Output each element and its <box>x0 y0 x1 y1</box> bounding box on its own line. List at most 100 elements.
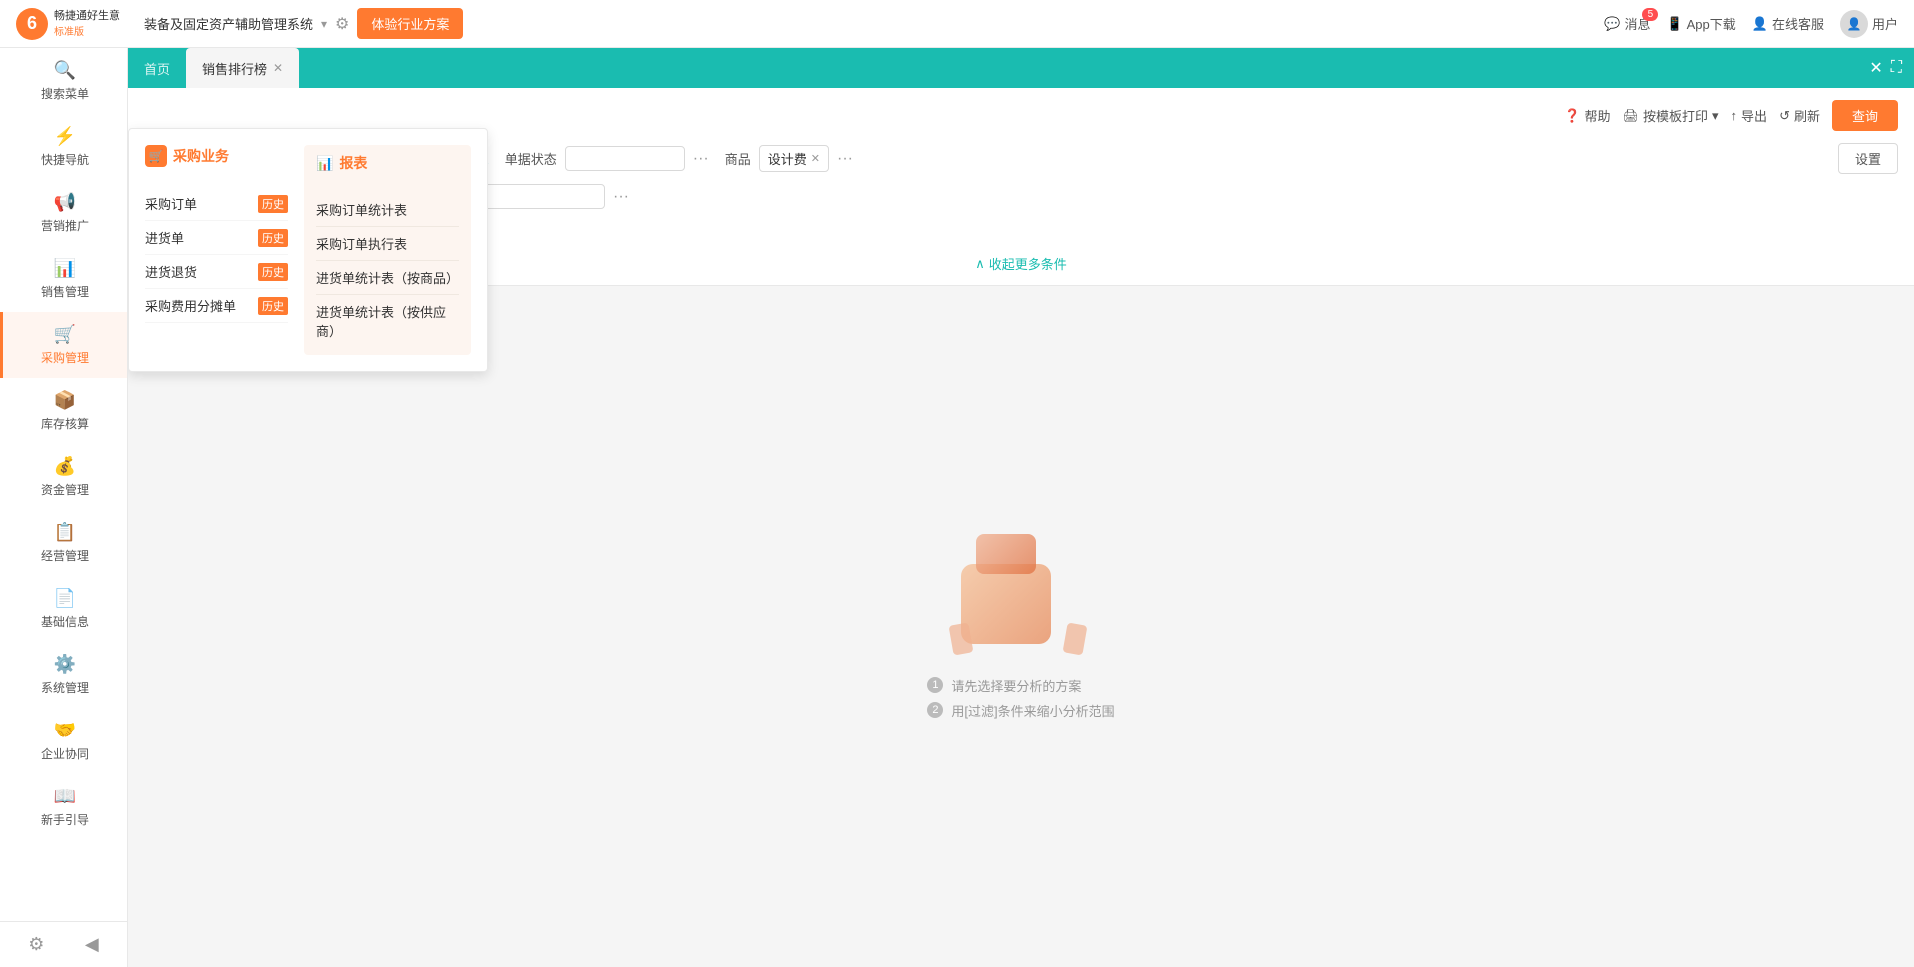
step-num-1: 1 <box>927 677 943 693</box>
sidebar-label-operations: 经营管理 <box>41 547 89 564</box>
refresh-btn[interactable]: ↺ 刷新 <box>1779 106 1820 125</box>
sidebar-item-operations[interactable]: 📋 经营管理 <box>0 510 127 576</box>
sidebar-item-inventory[interactable]: 📦 库存核算 <box>0 378 127 444</box>
history-tag-0: 历史 <box>258 195 288 213</box>
sidebar-item-enterprise[interactable]: 🤝 企业协同 <box>0 708 127 774</box>
user-btn[interactable]: 👤 用户 <box>1840 10 1898 38</box>
print-icon: 🖨 <box>1622 108 1639 124</box>
purchase-report-title: 📊 报表 <box>316 153 459 181</box>
tab-home-label: 首页 <box>144 59 170 78</box>
dropdown-report-stock-by-supplier[interactable]: 进货单统计表（按供应商） <box>316 295 459 347</box>
system-title-area: 装备及固定资产辅助管理系统 ▾ ⚙ 体验行业方案 <box>144 8 1604 39</box>
help-icon: ❓ <box>1564 108 1580 124</box>
step-2-text: 用[过滤]条件来缩小分析范围 <box>951 701 1114 720</box>
empty-step-1: 1 请先选择要分析的方案 <box>927 676 1114 695</box>
help-btn[interactable]: ❓ 帮助 <box>1564 106 1610 125</box>
content-area: 首页 销售排行榜 ✕ ✕ ⛶ 🛒 采购业务 <box>128 48 1914 967</box>
user-label: 用户 <box>1872 14 1898 33</box>
doc-status-select[interactable] <box>565 146 685 171</box>
sidebar-item-search[interactable]: 🔍 搜索菜单 <box>0 48 127 114</box>
settings-btn[interactable]: 设置 <box>1838 143 1898 174</box>
goods-dots[interactable]: ··· <box>837 150 853 168</box>
dropdown-report-stock-by-goods[interactable]: 进货单统计表（按商品） <box>316 261 459 295</box>
sidebar-item-marketing[interactable]: 📢 营销推广 <box>0 180 127 246</box>
doc-status-dots[interactable]: ··· <box>693 150 709 168</box>
sidebar-label-system: 系统管理 <box>41 679 89 696</box>
dropdown-item-expense-split[interactable]: 采购费用分摊单 历史 <box>145 289 288 323</box>
phone-icon: 📱 <box>1666 16 1682 32</box>
sidebar-label-marketing: 营销推广 <box>41 217 89 234</box>
search-icon: 🔍 <box>54 60 76 81</box>
purchase-business-col: 🛒 采购业务 采购订单 历史 进货单 历史 进货退货 历史 <box>145 145 288 355</box>
industry-btn[interactable]: 体验行业方案 <box>357 8 463 39</box>
sidebar-item-finance[interactable]: 💰 资金管理 <box>0 444 127 510</box>
system-icon: ⚙️ <box>54 654 76 675</box>
sidebar-bottom: ⚙ ◀ <box>0 921 127 967</box>
logo-text: 畅捷通好生意 <box>54 9 120 23</box>
collapse-label: 收起更多条件 <box>989 254 1067 273</box>
sidebar-label-search: 搜索菜单 <box>41 85 89 102</box>
export-icon: ↑ <box>1731 108 1738 123</box>
tab-expand-btn[interactable]: ✕ ⛶ <box>1857 58 1914 78</box>
sidebar-item-purchase[interactable]: 🛒 采购管理 <box>0 312 127 378</box>
quick-icon: ⚡ <box>54 126 76 147</box>
step-1-text: 请先选择要分析的方案 <box>951 676 1081 695</box>
doc-status-label: 单据状态 <box>505 149 557 168</box>
action-btns-right: 设置 <box>1838 143 1898 174</box>
avatar: 👤 <box>1840 10 1868 38</box>
sidebar-label-enterprise: 企业协同 <box>41 745 89 762</box>
close-window-icon[interactable]: ✕ <box>1869 58 1882 78</box>
marketing-icon: 📢 <box>54 192 76 213</box>
main-layout: 🔍 搜索菜单 ⚡ 快捷导航 📢 营销推广 📊 销售管理 🛒 采购管理 📦 库存核… <box>0 48 1914 967</box>
online-service-btn[interactable]: 👤 在线客服 <box>1752 14 1824 33</box>
finance-icon: 💰 <box>54 456 76 477</box>
collapse-sidebar-icon[interactable]: ◀ <box>85 934 99 955</box>
dropdown-report-order-exec[interactable]: 采购订单执行表 <box>316 227 459 261</box>
export-btn[interactable]: ↑ 导出 <box>1731 106 1768 125</box>
message-btn[interactable]: 💬 消息 5 <box>1604 14 1650 33</box>
content-wrapper: 🛒 采购业务 采购订单 历史 进货单 历史 进货退货 历史 <box>128 88 1914 967</box>
tab-home[interactable]: 首页 <box>128 48 186 88</box>
logo-area: 6 畅捷通好生意 标准版 <box>16 8 144 40</box>
empty-steps: 1 请先选择要分析的方案 2 用[过滤]条件来缩小分析范围 <box>927 676 1114 720</box>
dropdown-report-order-summary[interactable]: 采购订单统计表 <box>316 193 459 227</box>
empty-illustration <box>941 534 1101 664</box>
gear-icon[interactable]: ⚙ <box>335 14 349 34</box>
dropdown-item-stock-in[interactable]: 进货单 历史 <box>145 221 288 255</box>
sidebar-item-system[interactable]: ⚙️ 系统管理 <box>0 642 127 708</box>
doc-status-filter: 单据状态 ··· <box>505 146 709 171</box>
tab-sales-rank[interactable]: 销售排行榜 ✕ <box>186 48 299 88</box>
sidebar-label-basic: 基础信息 <box>41 613 89 630</box>
query-btn[interactable]: 查询 <box>1832 100 1898 131</box>
dropdown-item-return-goods[interactable]: 进货退货 历史 <box>145 255 288 289</box>
purchase-business-title: 🛒 采购业务 <box>145 145 288 175</box>
settings-bottom-icon[interactable]: ⚙ <box>28 934 44 955</box>
logo-sub: 标准版 <box>54 23 120 38</box>
step-num-2: 2 <box>927 702 943 718</box>
inventory-icon: 📦 <box>54 390 76 411</box>
logo-icon: 6 <box>16 8 48 40</box>
sidebar-item-sales[interactable]: 📊 销售管理 <box>0 246 127 312</box>
goods-tag-close[interactable]: ✕ <box>811 152 820 165</box>
sidebar-label-inventory: 库存核算 <box>41 415 89 432</box>
salesperson-dots[interactable]: ··· <box>613 188 629 206</box>
goods-tag-text: 设计费 <box>768 149 807 168</box>
tab-close-icon[interactable]: ✕ <box>273 61 283 75</box>
sidebar-item-quick[interactable]: ⚡ 快捷导航 <box>0 114 127 180</box>
empty-state: 1 请先选择要分析的方案 2 用[过滤]条件来缩小分析范围 <box>128 286 1914 967</box>
robot-head <box>976 534 1036 574</box>
maximize-icon[interactable]: ⛶ <box>1891 59 1902 77</box>
sidebar-item-basic[interactable]: 📄 基础信息 <box>0 576 127 642</box>
history-tag-3: 历史 <box>258 297 288 315</box>
header-right: 💬 消息 5 📱 App下载 👤 在线客服 👤 用户 <box>1604 10 1898 38</box>
purchase-dropdown-menu: 🛒 采购业务 采购订单 历史 进货单 历史 进货退货 历史 <box>128 128 488 372</box>
guide-icon: 📖 <box>54 786 76 807</box>
tab-sales-rank-label: 销售排行榜 <box>202 59 267 78</box>
print-btn[interactable]: 🖨 按模板打印 ▾ <box>1622 106 1718 125</box>
app-download-btn[interactable]: 📱 App下载 <box>1666 14 1735 33</box>
dropdown-item-purchase-order[interactable]: 采购订单 历史 <box>145 187 288 221</box>
dropdown-arrow-icon[interactable]: ▾ <box>321 17 327 31</box>
sidebar-item-guide[interactable]: 📖 新手引导 <box>0 774 127 840</box>
print-dropdown-icon[interactable]: ▾ <box>1712 108 1719 124</box>
system-title: 装备及固定资产辅助管理系统 <box>144 14 313 33</box>
